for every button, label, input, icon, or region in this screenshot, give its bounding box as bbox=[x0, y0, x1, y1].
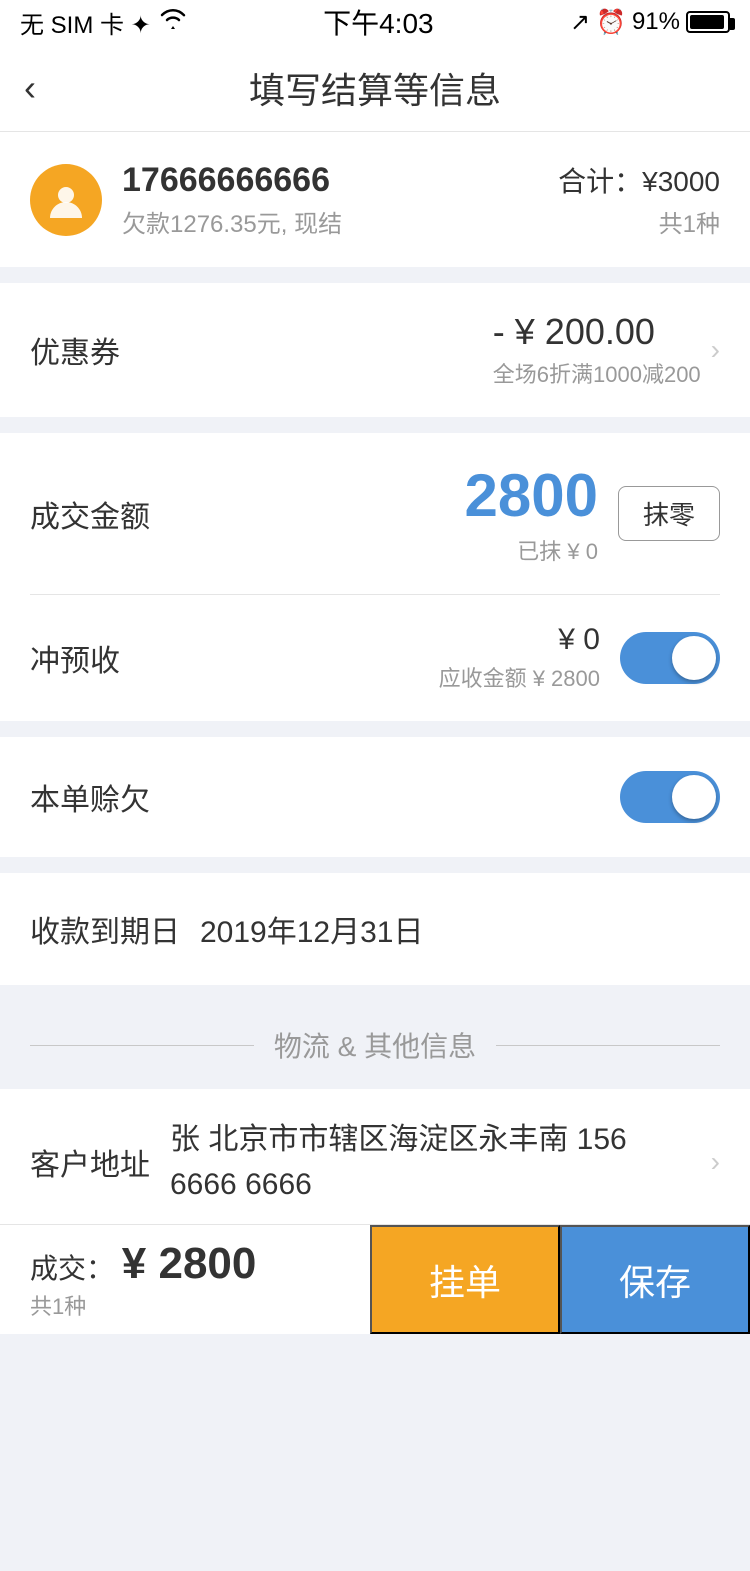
customer-info: 17666666666 欠款1276.35元, 现结 bbox=[122, 161, 342, 239]
customer-debt: 欠款1276.35元, 现结 bbox=[122, 204, 342, 239]
main-content: 17666666666 欠款1276.35元, 现结 合计：¥3000 共1种 … bbox=[0, 132, 750, 1571]
customer-total: 合计：¥3000 共1种 bbox=[558, 160, 720, 239]
prepay-right: ¥ 0 应收金额 ¥ 2800 bbox=[439, 623, 720, 693]
customer-card: 17666666666 欠款1276.35元, 现结 合计：¥3000 共1种 bbox=[0, 132, 750, 267]
credit-label: 本单赊欠 bbox=[30, 775, 150, 819]
due-date-row: 收款到期日 2019年12月31日 bbox=[0, 873, 750, 985]
due-date-label: 收款到期日 bbox=[30, 907, 180, 951]
battery-percent: 91% bbox=[632, 8, 680, 36]
coupon-info: - ¥ 200.00 全场6折满1000减200 bbox=[493, 311, 701, 389]
logistics-header: 物流 & 其他信息 bbox=[0, 1001, 750, 1089]
status-right: ↗ ⏰ 91% bbox=[570, 8, 730, 37]
alarm-icon: ⏰ bbox=[596, 8, 626, 37]
total-amount: 合计：¥3000 bbox=[558, 160, 720, 200]
total-count: 共1种 bbox=[558, 204, 720, 239]
prepay-toggle[interactable] bbox=[620, 632, 720, 684]
amount-info: 2800 已抹 ¥ 0 bbox=[465, 461, 598, 566]
summary-amount: ¥ 2800 bbox=[122, 1239, 257, 1288]
coupon-arrow-icon: › bbox=[711, 334, 720, 366]
hold-button[interactable]: 挂单 bbox=[370, 1225, 560, 1334]
logistics-label: 物流 & 其他信息 bbox=[274, 1025, 476, 1065]
due-date-value: 2019年12月31日 bbox=[200, 907, 423, 951]
status-left: 无 SIM 卡 ✦ bbox=[20, 5, 187, 40]
nav-bar: ‹ 填写结算等信息 bbox=[0, 44, 750, 132]
coupon-label: 优惠券 bbox=[30, 328, 120, 372]
avatar bbox=[30, 164, 102, 236]
coupon-right: - ¥ 200.00 全场6折满1000减200 › bbox=[493, 311, 720, 389]
battery-icon bbox=[686, 11, 730, 33]
summary-count: 共1种 bbox=[30, 1289, 340, 1321]
credit-section: 本单赊欠 bbox=[0, 737, 750, 857]
bottom-label-row: 成交： ¥ 2800 bbox=[30, 1239, 340, 1289]
prepay-row: 冲预收 ¥ 0 应收金额 ¥ 2800 bbox=[0, 595, 750, 721]
customer-left: 17666666666 欠款1276.35元, 现结 bbox=[30, 161, 342, 239]
round-button[interactable]: 抹零 bbox=[618, 486, 720, 541]
amount-row: 成交金额 2800 已抹 ¥ 0 抹零 bbox=[0, 433, 750, 594]
address-arrow-icon: › bbox=[711, 1146, 720, 1178]
toggle-knob bbox=[672, 636, 716, 680]
credit-row: 本单赊欠 bbox=[0, 737, 750, 857]
prepay-amount: ¥ 0 应收金额 ¥ 2800 bbox=[439, 623, 600, 693]
location-icon: ↗ bbox=[570, 8, 590, 37]
back-button[interactable]: ‹ bbox=[24, 67, 36, 109]
prepay-label: 冲预收 bbox=[30, 636, 120, 680]
bottom-bar: 成交： ¥ 2800 共1种 挂单 保存 bbox=[0, 1224, 750, 1334]
amount-value: 2800 bbox=[465, 461, 598, 530]
status-bar: 无 SIM 卡 ✦ 下午4:03 ↗ ⏰ 91% bbox=[0, 0, 750, 44]
due-date-section: 收款到期日 2019年12月31日 bbox=[0, 873, 750, 985]
prepay-value: ¥ 0 bbox=[439, 623, 600, 657]
address-row[interactable]: 客户地址 张 北京市市辖区海淀区永丰南 156 6666 6666 › bbox=[0, 1089, 750, 1235]
coupon-discount: - ¥ 200.00 bbox=[493, 311, 701, 353]
page-title: 填写结算等信息 bbox=[249, 62, 501, 114]
time-display: 下午4:03 bbox=[323, 2, 434, 42]
address-content: 张 北京市市辖区海淀区永丰南 156 6666 6666 bbox=[150, 1117, 711, 1207]
logistics-line-right bbox=[496, 1045, 720, 1046]
customer-phone: 17666666666 bbox=[122, 161, 342, 200]
logistics-line-left bbox=[30, 1045, 254, 1046]
credit-toggle[interactable] bbox=[620, 771, 720, 823]
amount-label: 成交金额 bbox=[30, 492, 150, 536]
prepay-sub: 应收金额 ¥ 2800 bbox=[439, 661, 600, 693]
amount-section: 成交金额 2800 已抹 ¥ 0 抹零 冲预收 ¥ 0 应收金额 ¥ 2800 bbox=[0, 433, 750, 721]
amount-right: 2800 已抹 ¥ 0 抹零 bbox=[465, 461, 721, 566]
coupon-desc: 全场6折满1000减200 bbox=[493, 357, 701, 389]
address-section: 客户地址 张 北京市市辖区海淀区永丰南 156 6666 6666 › bbox=[0, 1089, 750, 1235]
address-label: 客户地址 bbox=[30, 1140, 150, 1184]
bottom-summary: 成交： ¥ 2800 共1种 bbox=[0, 1239, 370, 1321]
coupon-row[interactable]: 优惠券 - ¥ 200.00 全场6折满1000减200 › bbox=[0, 283, 750, 417]
credit-toggle-knob bbox=[672, 775, 716, 819]
sim-indicator: 无 SIM 卡 ✦ bbox=[20, 5, 151, 40]
save-button[interactable]: 保存 bbox=[560, 1225, 750, 1334]
wifi-icon bbox=[159, 8, 187, 37]
summary-label: 成交： bbox=[30, 1253, 114, 1284]
amount-sub: 已抹 ¥ 0 bbox=[465, 534, 598, 566]
